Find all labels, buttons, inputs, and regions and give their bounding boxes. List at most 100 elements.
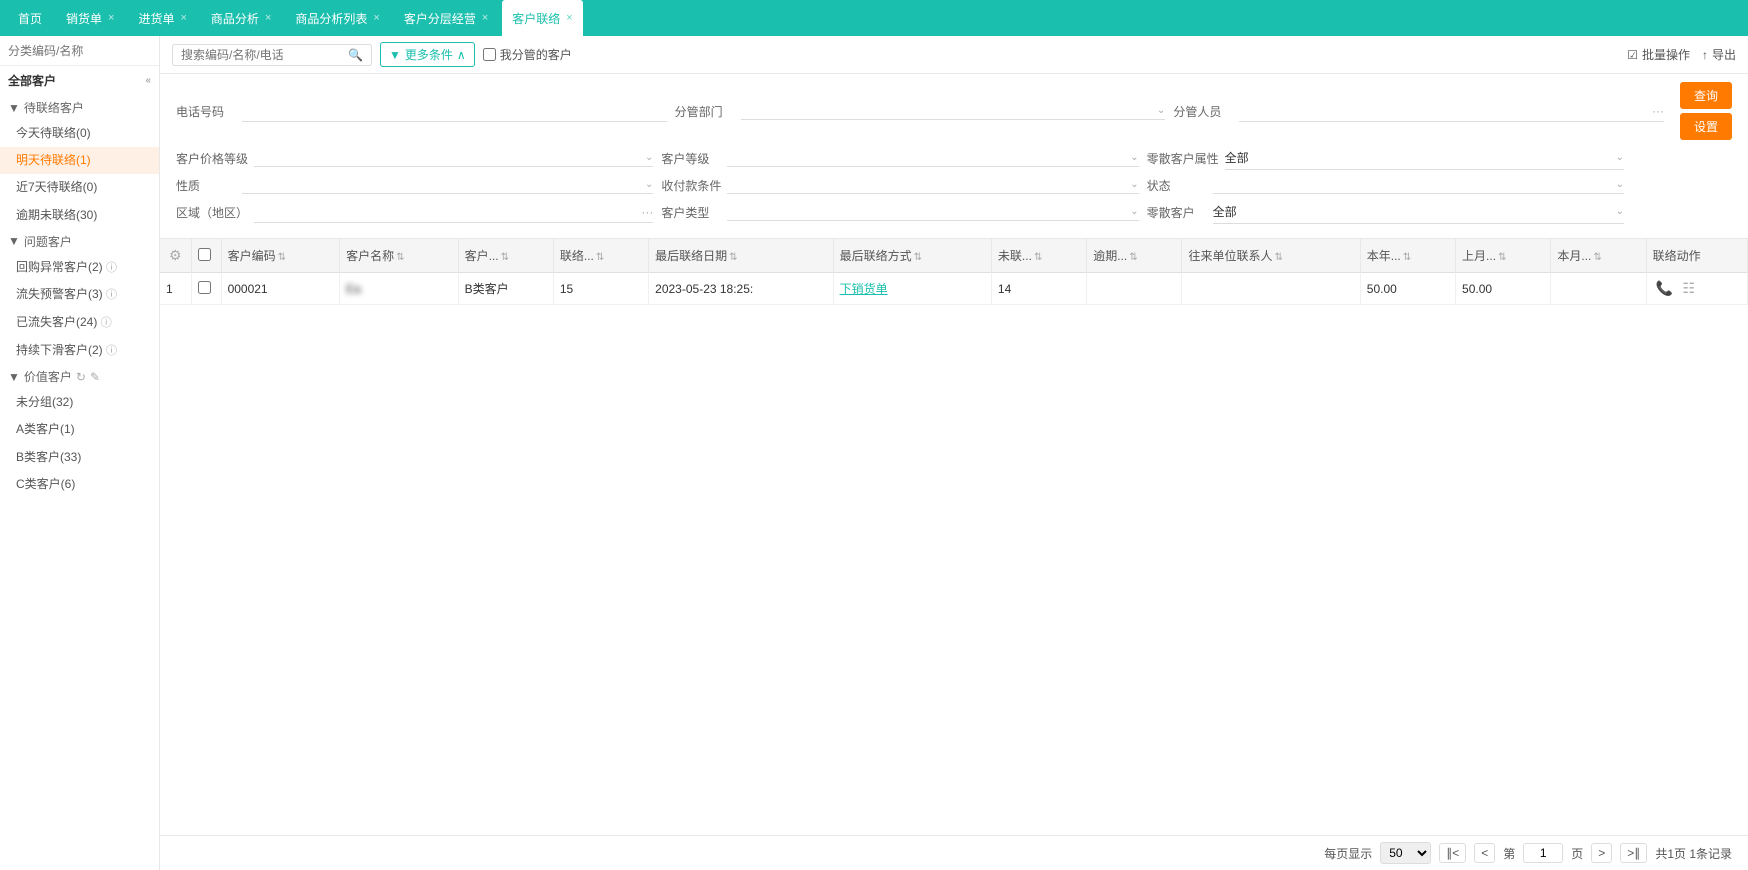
customer-value-select[interactable]: ⌄: [254, 149, 653, 167]
sidebar-all-customers[interactable]: 全部客户 «: [0, 66, 159, 95]
last-page-button[interactable]: >∥: [1620, 843, 1647, 863]
sort-icon: ⇅: [501, 252, 509, 263]
close-icon[interactable]: ×: [265, 12, 271, 24]
col-customer-type[interactable]: 客户...⇅: [458, 239, 553, 273]
filter-panel: 电话号码 分管部门 ⌄ 分管人员 ··· 查询 设置: [160, 74, 1748, 239]
row-company-contact: [1182, 273, 1360, 305]
col-last-contact-method[interactable]: 最后联络方式⇅: [833, 239, 991, 273]
filter-row-2: 客户价格等级 ⌄ 客户等级 ⌄ 零散客户属性 全部 ⌄: [176, 146, 1732, 170]
toolbar-search-icon[interactable]: 🔍: [348, 48, 363, 62]
sidebar-item-class-c[interactable]: C类客户(6): [0, 471, 159, 498]
row-contact: 15: [553, 273, 648, 305]
row-select-checkbox[interactable]: [198, 281, 211, 294]
status-select[interactable]: ⌄: [1213, 176, 1624, 194]
sidebar-item-7days-contact[interactable]: 近7天待联络(0): [0, 174, 159, 201]
sidebar-item-overdue-contact[interactable]: 逾期未联络(30): [0, 202, 159, 229]
row-action-phone-icon[interactable]: 📞: [1656, 280, 1673, 296]
more-dots-icon[interactable]: ···: [641, 205, 653, 219]
page-number-input[interactable]: [1523, 843, 1563, 863]
more-dots-icon[interactable]: ···: [1652, 104, 1664, 118]
manager-select[interactable]: ···: [1239, 101, 1664, 122]
content-area: 🔍 ▼ 更多条件 ∧ 我分管的客户 ☑ 批量操作 ↑ 导出: [160, 36, 1748, 870]
settings-button[interactable]: 设置: [1680, 113, 1732, 140]
refresh-icon[interactable]: ↻: [76, 370, 86, 384]
sidebar-item-churned[interactable]: 已流失客户(24) ⓘ: [0, 309, 159, 337]
close-icon[interactable]: ×: [566, 12, 572, 24]
nav-product-analysis-list[interactable]: 商品分析列表 ×: [285, 0, 389, 36]
query-button[interactable]: 查询: [1680, 82, 1732, 109]
col-this-month[interactable]: 本月...⇅: [1551, 239, 1646, 273]
my-customers-checkbox[interactable]: [483, 48, 496, 61]
nav-customer-tiering[interactable]: 客户分层经营 ×: [394, 0, 498, 36]
col-gear: ⚙: [160, 239, 191, 273]
col-last-contact-date[interactable]: 最后联络日期⇅: [649, 239, 833, 273]
nature-select[interactable]: ⌄: [242, 176, 653, 194]
nav-customer-contact[interactable]: 客户联络 ×: [502, 0, 582, 36]
nav-purchase-order[interactable]: 进货单 ×: [128, 0, 196, 36]
filter-payment: 收付款条件 ⌄: [661, 176, 1138, 194]
col-this-year[interactable]: 本年...⇅: [1360, 239, 1455, 273]
region-select[interactable]: ···: [254, 202, 653, 223]
close-icon[interactable]: ×: [108, 12, 114, 24]
retail-attr-select[interactable]: 全部 ⌄: [1225, 146, 1624, 170]
phone-input[interactable]: [242, 101, 667, 122]
col-overdue[interactable]: 逾期...⇅: [1087, 239, 1182, 273]
sidebar-search-input[interactable]: [8, 44, 160, 58]
col-customer-code[interactable]: 客户编码⇅: [221, 239, 340, 273]
sidebar-item-ungrouped[interactable]: 未分组(32): [0, 389, 159, 416]
nav-home[interactable]: 首页: [8, 0, 52, 36]
first-page-button[interactable]: ∥<: [1439, 843, 1466, 863]
last-contact-method-link[interactable]: 下销货单: [840, 282, 888, 296]
sort-icon: ⇅: [396, 252, 404, 263]
sidebar-item-churn-warning[interactable]: 流失预警客户(3) ⓘ: [0, 281, 159, 309]
close-icon[interactable]: ×: [482, 12, 488, 24]
bulk-action-button[interactable]: ☑ 批量操作: [1627, 46, 1690, 63]
customer-type-select[interactable]: ⌄: [727, 203, 1138, 221]
more-filter-button[interactable]: ▼ 更多条件 ∧: [380, 42, 475, 67]
select-all-checkbox[interactable]: [198, 248, 211, 261]
dept-select[interactable]: ⌄: [741, 102, 1166, 120]
sort-icon: ⇅: [914, 252, 922, 263]
toolbar: 🔍 ▼ 更多条件 ∧ 我分管的客户 ☑ 批量操作 ↑ 导出: [160, 36, 1748, 74]
row-last-contact-method: 下销货单: [833, 273, 991, 305]
my-customers-checkbox-label[interactable]: 我分管的客户: [483, 46, 572, 63]
per-page-select[interactable]: 50 100: [1380, 842, 1431, 864]
next-page-button[interactable]: >: [1591, 843, 1612, 863]
sidebar-item-class-a[interactable]: A类客户(1): [0, 416, 159, 443]
col-contact[interactable]: 联络...⇅: [553, 239, 648, 273]
expand-arrow-icon: ▼: [8, 370, 20, 384]
row-action-grid-icon[interactable]: ☷: [1682, 280, 1695, 296]
chevron-up-icon: ∧: [457, 48, 466, 62]
customer-level-select[interactable]: ⌄: [727, 149, 1138, 167]
filter-row-1: 电话号码 分管部门 ⌄ 分管人员 ··· 查询 设置: [176, 82, 1732, 140]
prev-page-button[interactable]: <: [1474, 843, 1495, 863]
sidebar-item-declining[interactable]: 持续下滑客户(2) ⓘ: [0, 337, 159, 365]
col-company-contact[interactable]: 往来单位联系人⇅: [1182, 239, 1360, 273]
close-icon[interactable]: ×: [180, 12, 186, 24]
col-uncontacted[interactable]: 未联...⇅: [991, 239, 1086, 273]
sidebar-group-value-customers[interactable]: ▼ 价值客户 ↻ ✎: [0, 364, 159, 389]
expand-arrow-icon: ▼: [8, 234, 20, 248]
sidebar-item-class-b[interactable]: B类客户(33): [0, 444, 159, 471]
sidebar-item-tomorrow-contact[interactable]: 明天待联络(1): [0, 147, 159, 174]
filter-manager: 分管人员 ···: [1173, 101, 1664, 122]
toolbar-search-input[interactable]: [181, 48, 348, 62]
export-button[interactable]: ↑ 导出: [1702, 46, 1736, 63]
payment-select[interactable]: ⌄: [727, 176, 1138, 194]
export-icon: ↑: [1702, 48, 1708, 62]
sidebar-item-abnormal-repurchase[interactable]: 回购异常客户(2) ⓘ: [0, 254, 159, 282]
table-settings-icon[interactable]: ⚙: [169, 247, 182, 263]
nav-product-analysis[interactable]: 商品分析 ×: [201, 0, 281, 36]
row-last-month: 50.00: [1456, 273, 1551, 305]
retail-customer-select[interactable]: 全部 ⌄: [1213, 200, 1624, 224]
filter-nature: 性质 ⌄: [176, 176, 653, 194]
close-icon[interactable]: ×: [373, 12, 379, 24]
edit-icon[interactable]: ✎: [90, 370, 100, 384]
sidebar-group-problem-customers[interactable]: ▼ 问题客户: [0, 229, 159, 254]
sidebar-group-pending-contact[interactable]: ▼ 待联络客户: [0, 95, 159, 120]
sidebar-item-today-contact[interactable]: 今天待联络(0): [0, 120, 159, 147]
col-customer-name[interactable]: 客户名称⇅: [340, 239, 459, 273]
col-last-month[interactable]: 上月...⇅: [1456, 239, 1551, 273]
nav-sales-order[interactable]: 销货单 ×: [56, 0, 124, 36]
chevron-down-icon: ⌄: [1616, 206, 1624, 217]
